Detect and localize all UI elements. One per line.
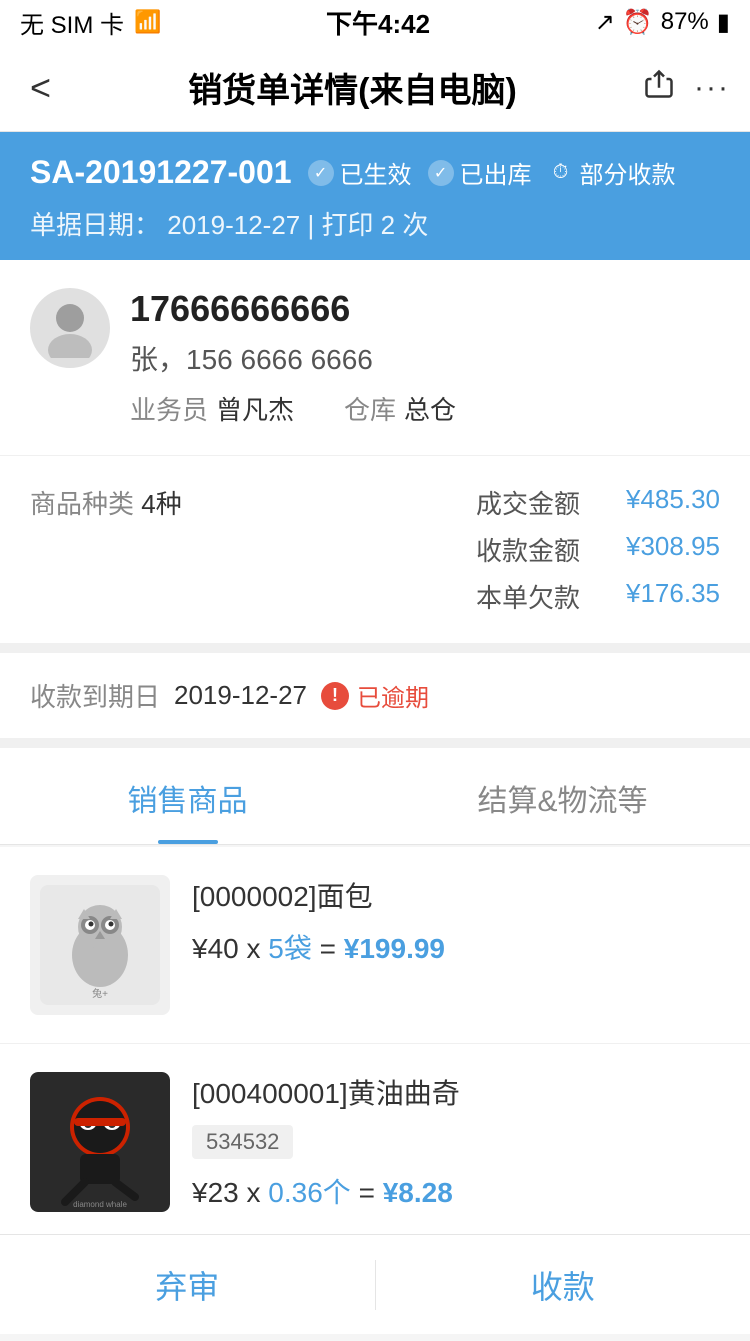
badge-shipped: ✓ 已出库 [428, 155, 532, 190]
avatar [30, 288, 110, 368]
tab-settlement[interactable]: 结算&物流等 [375, 748, 750, 844]
status-right: ↗ ⏰ 87% ▮ [595, 8, 730, 37]
check-icon-1: ✓ [308, 160, 334, 186]
tab-sales-label: 销售商品 [128, 785, 248, 818]
owed-amount-row: 本单欠款 ¥176.35 [476, 578, 720, 615]
product-item: diamond whale [000400001]黄油曲奇 534532 ¥23… [0, 1044, 750, 1241]
battery-icon: ▮ [717, 8, 730, 37]
product-total-2: ¥8.28 [383, 1177, 453, 1208]
svg-text:兔+: 兔+ [92, 987, 108, 1000]
warehouse-item: 仓库 总仓 [344, 390, 456, 427]
warehouse-value: 总仓 [404, 390, 456, 427]
product-price-2: ¥23 x 0.36个 = ¥8.28 [192, 1171, 720, 1211]
due-label: 收款到期日 [30, 677, 160, 714]
badge-partial-text: 部分收款 [580, 155, 676, 190]
product-info-2: [000400001]黄油曲奇 534532 ¥23 x 0.36个 = ¥8.… [192, 1072, 720, 1211]
overdue-badge: ! 已逾期 [321, 678, 429, 713]
stats-type-label: 商品种类 [30, 489, 134, 519]
share-button[interactable] [644, 69, 674, 107]
tab-settlement-label: 结算&物流等 [477, 785, 647, 818]
product-name-2: [000400001]黄油曲奇 [192, 1072, 720, 1112]
due-date-value: 2019-12-27 [174, 680, 307, 711]
product-sku-2: 534532 [192, 1125, 293, 1159]
battery-label: 87% [661, 8, 709, 36]
nav-right-actions: ··· [644, 69, 730, 107]
order-banner-top: SA-20191227-001 ✓ 已生效 ✓ 已出库 ⏱ 部分收款 [30, 154, 720, 191]
warehouse-label: 仓库 [344, 390, 396, 427]
received-value: ¥308.95 [600, 531, 720, 568]
bottom-bar: 弃审 收款 [0, 1234, 750, 1334]
customer-id: 17666666666 [130, 288, 720, 330]
customer-meta: 业务员 曾凡杰 仓库 总仓 [130, 390, 720, 427]
status-left: 无 SIM 卡 📶 [20, 5, 161, 40]
product-image-1: 兔+ [30, 875, 170, 1015]
product-price-1: ¥40 x 5袋 = ¥199.99 [192, 927, 720, 967]
svg-text:diamond whale: diamond whale [73, 1200, 127, 1209]
overdue-text: 已逾期 [357, 678, 429, 713]
cookie-product-image: diamond whale [30, 1072, 170, 1212]
status-bar: 无 SIM 卡 📶 下午4:42 ↗ ⏰ 87% ▮ [0, 0, 750, 44]
status-time: 下午4:42 [326, 4, 430, 41]
abandon-review-button[interactable]: 弃审 [0, 1242, 375, 1328]
badge-shipped-text: 已出库 [460, 155, 532, 190]
deal-amount-row: 成交金额 ¥485.30 [476, 484, 720, 521]
check-icon-2: ✓ [428, 160, 454, 186]
product-total-1: ¥199.99 [344, 933, 445, 964]
person-icon [40, 298, 100, 358]
received-amount-row: 收款金额 ¥308.95 [476, 531, 720, 568]
product-item: 兔+ [0000002]面包 ¥40 x 5袋 = ¥199.99 [0, 847, 750, 1044]
tab-sales-products[interactable]: 销售商品 [0, 748, 375, 844]
location-icon: ↗ [595, 8, 615, 37]
order-date-label: 单据日期： [30, 210, 160, 240]
stats-section: 商品种类 4种 成交金额 ¥485.30 收款金额 ¥308.95 本单欠款 ¥… [0, 456, 750, 653]
owl-image-placeholder: 兔+ [30, 875, 170, 1015]
product-image-2: diamond whale [30, 1072, 170, 1212]
stats-amounts: 成交金额 ¥485.30 收款金额 ¥308.95 本单欠款 ¥176.35 [476, 484, 720, 615]
deal-value: ¥485.30 [600, 484, 720, 521]
due-date-section: 收款到期日 2019-12-27 ! 已逾期 [0, 653, 750, 748]
salesperson-item: 业务员 曾凡杰 [130, 390, 294, 427]
order-banner: SA-20191227-001 ✓ 已生效 ✓ 已出库 ⏱ 部分收款 单据日期：… [0, 132, 750, 260]
order-print-text: | 打印 2 次 [307, 210, 428, 240]
overdue-icon: ! [321, 682, 349, 710]
product-qty-1: 5袋 [268, 933, 312, 964]
stats-type-value: 4种 [141, 489, 181, 519]
carrier-label: 无 SIM 卡 [20, 5, 124, 40]
cookie-image-placeholder: diamond whale [30, 1072, 170, 1212]
badge-partial-payment: ⏱ 部分收款 [548, 155, 676, 190]
collect-payment-button[interactable]: 收款 [376, 1242, 750, 1328]
order-date-row: 单据日期： 2019-12-27 | 打印 2 次 [30, 205, 720, 242]
clock-icon: ⏱ [548, 160, 574, 186]
badge-effective-text: 已生效 [340, 155, 412, 190]
customer-name-phone: 张，156 6666 6666 [130, 338, 720, 378]
product-qty-2: 0.36个 [268, 1177, 351, 1208]
product-info-1: [0000002]面包 ¥40 x 5袋 = ¥199.99 [192, 875, 720, 967]
customer-info: 17666666666 张，156 6666 6666 业务员 曾凡杰 仓库 总… [130, 288, 720, 427]
deal-label: 成交金额 [476, 484, 580, 521]
nav-title: 销货单详情(来自电脑) [61, 63, 644, 112]
badge-effective: ✓ 已生效 [308, 155, 412, 190]
back-button[interactable]: < [20, 57, 61, 119]
tabs-section: 销售商品 结算&物流等 [0, 748, 750, 845]
order-date-value: 2019-12-27 [167, 210, 300, 240]
salesperson-value: 曾凡杰 [216, 390, 294, 427]
more-button[interactable]: ··· [694, 71, 730, 105]
alarm-icon: ⏰ [623, 8, 653, 37]
order-id: SA-20191227-001 [30, 154, 292, 191]
product-name-1: [0000002]面包 [192, 875, 720, 915]
salesperson-label: 业务员 [130, 390, 208, 427]
owed-value: ¥176.35 [600, 578, 720, 615]
owed-label: 本单欠款 [476, 578, 580, 615]
products-section: 兔+ [0000002]面包 ¥40 x 5袋 = ¥199.99 [0, 847, 750, 1241]
stats-type: 商品种类 4种 [30, 484, 182, 521]
owl-icon: 兔+ [40, 885, 160, 1005]
received-label: 收款金额 [476, 531, 580, 568]
wifi-icon: 📶 [134, 9, 161, 35]
nav-bar: < 销货单详情(来自电脑) ··· [0, 44, 750, 132]
customer-section: 17666666666 张，156 6666 6666 业务员 曾凡杰 仓库 总… [0, 260, 750, 456]
